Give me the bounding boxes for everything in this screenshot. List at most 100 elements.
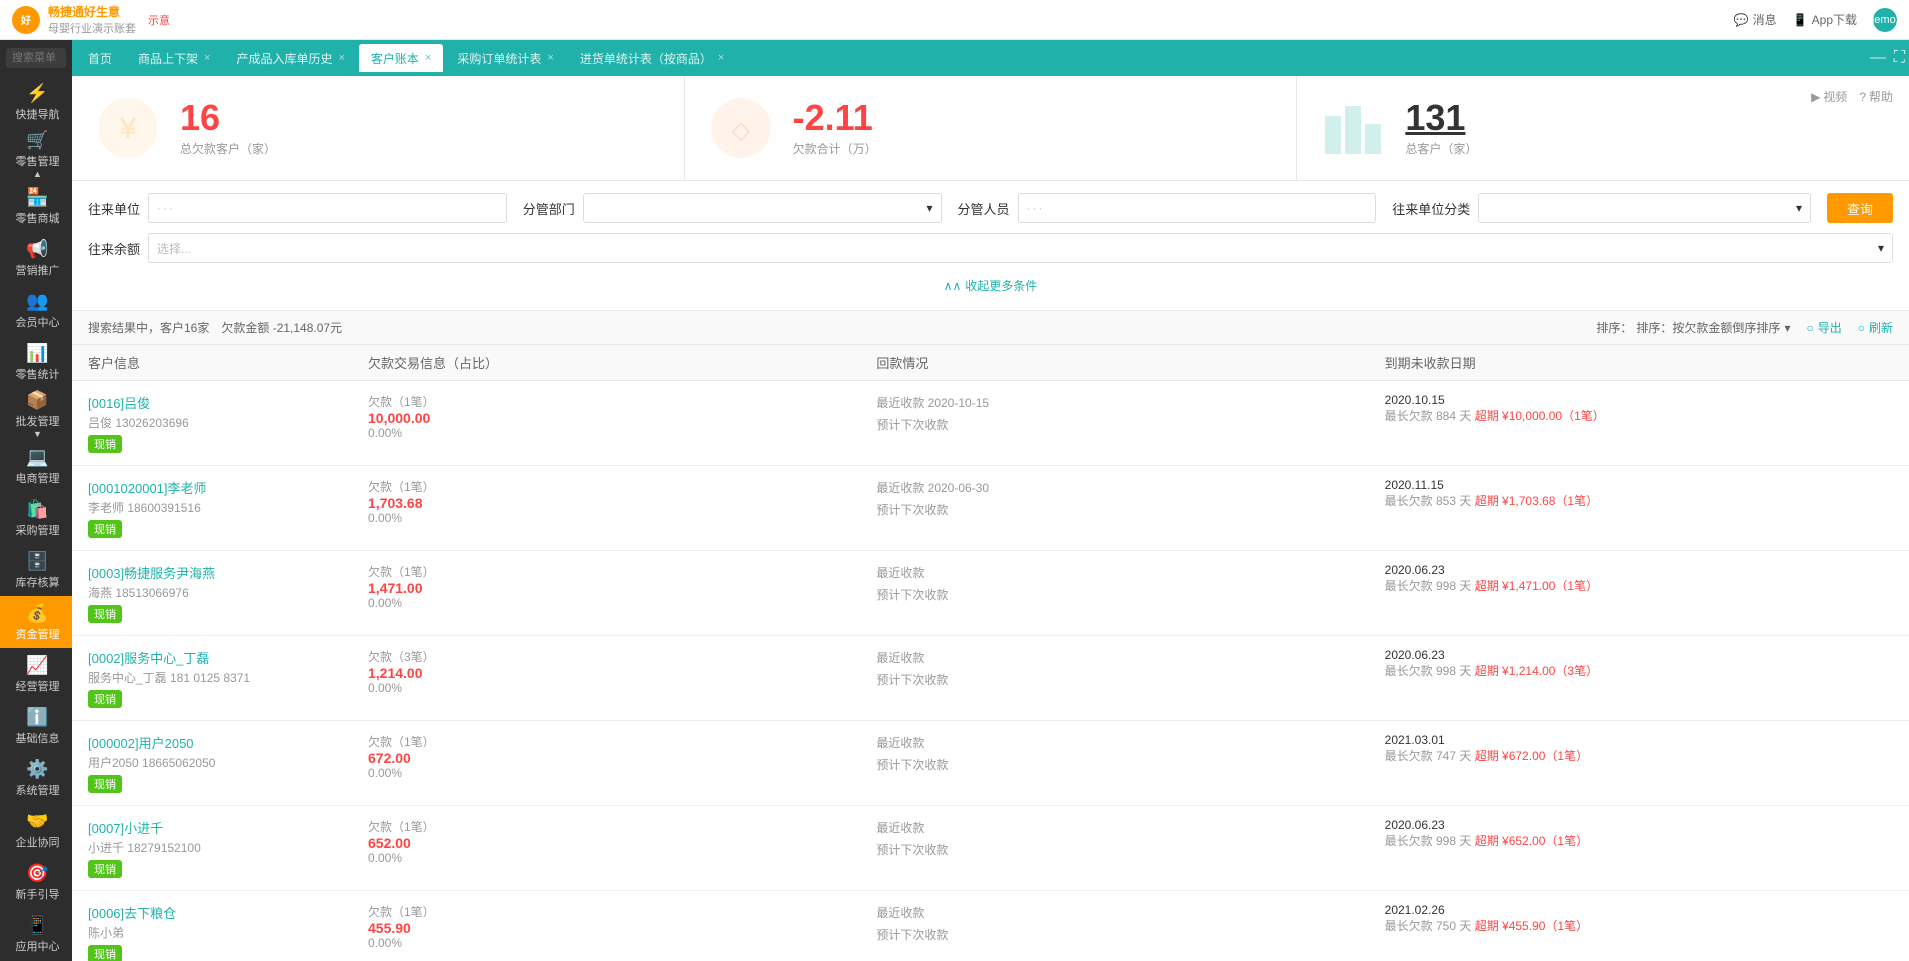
result-right: 排序： 排序：按欠款金额倒序排序 ▾ ○ 导出 ○ 刷新: [1596, 319, 1893, 336]
tab-product-history[interactable]: 产成品入库单历史 ×: [224, 44, 356, 72]
refresh-btn[interactable]: ○ 刷新: [1858, 319, 1893, 336]
sidebar-item-finance[interactable]: 💰 资金管理: [0, 596, 72, 648]
search-button[interactable]: 查询: [1827, 193, 1893, 223]
tab-purchase-product-stats[interactable]: 进货单统计表（按商品） ×: [568, 44, 736, 72]
overdue-amount-6[interactable]: 超期 ¥455.90（1笔）: [1475, 919, 1588, 933]
sidebar-item-retail-mgmt[interactable]: 🛒 零售管理 ▲: [0, 128, 72, 180]
sidebar-item-system[interactable]: ⚙️ 系统管理: [0, 752, 72, 804]
overdue-customers-label: 总欠款客户（家）: [180, 140, 276, 157]
debt-amount-5[interactable]: 652.00: [368, 835, 876, 851]
sidebar-item-apps[interactable]: 📱 应用中心: [0, 908, 72, 960]
customer-name-4[interactable]: [000002]用户2050: [88, 736, 194, 751]
customer-name-3[interactable]: [0002]服务中心_丁磊: [88, 651, 209, 666]
tab-purchase-stats[interactable]: 采购订单统计表 ×: [445, 44, 565, 72]
debt-ratio-2: 0.00%: [368, 596, 876, 610]
customer-name-5[interactable]: [0007]小进千: [88, 821, 163, 836]
dept-label: 分管部门: [523, 199, 575, 218]
debt-amount-4[interactable]: 672.00: [368, 750, 876, 766]
sidebar-item-quick-nav[interactable]: ⚡ 快捷导航: [0, 76, 72, 128]
sidebar-item-purchase[interactable]: 🛍️ 采购管理: [0, 492, 72, 544]
sidebar-item-enterprise[interactable]: 🤝 企业协同: [0, 804, 72, 856]
collection-cell-2: 最近收款 预计下次收款: [876, 563, 1384, 606]
total-customers-value: 131: [1405, 100, 1477, 136]
overdue-amount-0[interactable]: 超期 ¥10,000.00（1笔）: [1475, 409, 1605, 423]
next-collect-5: 预计下次收款: [876, 840, 1384, 862]
tab-close-4[interactable]: ×: [547, 52, 553, 64]
stat-card-overdue-customers: ¥ 16 总欠款客户（家）: [72, 76, 685, 180]
next-collect-1: 预计下次收款: [876, 500, 1384, 522]
next-collect-6: 预计下次收款: [876, 925, 1384, 947]
sidebar-item-wholesale[interactable]: 📦 批发管理 ▼: [0, 388, 72, 440]
tab-customer-ledger[interactable]: 客户账本 ×: [359, 44, 443, 72]
filter-area: 往来单位 ··· 分管部门 ▾ 分管人员 ··· 往来单位分类: [72, 181, 1909, 311]
home-link[interactable]: 示意: [148, 12, 170, 28]
sidebar-item-ecommerce[interactable]: 💻 电商管理: [0, 440, 72, 492]
collapse-btn[interactable]: ∧∧ 收起更多条件: [88, 273, 1893, 298]
customer-name-6[interactable]: [0006]去下粮仓: [88, 906, 176, 921]
app-download-btn[interactable]: 📱 App下载: [1793, 11, 1857, 28]
debt-amount-1[interactable]: 1,703.68: [368, 495, 876, 511]
sidebar-item-marketing[interactable]: 📢 营销推广: [0, 232, 72, 284]
customer-name-2[interactable]: [0003]畅捷服务尹海燕: [88, 566, 215, 581]
due-date-cell-0: 2020.10.15 最长欠款 884 天 超期 ¥10,000.00（1笔）: [1385, 393, 1893, 424]
user-avatar[interactable]: demo2: [1873, 8, 1897, 32]
overdue-1: 最长欠款 853 天 超期 ¥1,703.68（1笔）: [1385, 492, 1893, 509]
tab-minimize-btn[interactable]: —: [1870, 49, 1886, 67]
sidebar-item-operations[interactable]: 📈 经营管理: [0, 648, 72, 700]
video-btn[interactable]: ▶ 视频: [1811, 88, 1847, 105]
col-customer-info: 客户信息: [88, 353, 368, 372]
overdue-amount-1[interactable]: 超期 ¥1,703.68（1笔）: [1475, 494, 1598, 508]
wholesale-icon: 📦: [26, 390, 48, 411]
customer-phone-3: 服务中心_丁磊 181 0125 8371: [88, 669, 368, 686]
debt-label-3: 欠款（3笔）: [368, 648, 876, 665]
sidebar-item-member[interactable]: 👥 会员中心: [0, 284, 72, 336]
overdue-amount-2[interactable]: 超期 ¥1,471.00（1笔）: [1475, 579, 1598, 593]
message-btn[interactable]: 💬 消息: [1734, 11, 1777, 28]
unit-class-select[interactable]: ▾: [1478, 193, 1811, 223]
manager-input[interactable]: ···: [1018, 193, 1377, 223]
export-btn[interactable]: ○ 导出: [1806, 319, 1841, 336]
help-btn[interactable]: ? 帮助: [1859, 88, 1893, 105]
overdue-days-0: 最长欠款 884 天: [1385, 409, 1472, 423]
overdue-amount-5[interactable]: 超期 ¥652.00（1笔）: [1475, 834, 1588, 848]
next-collect-3: 预计下次收款: [876, 670, 1384, 692]
stat-info-overdue: 16 总欠款客户（家）: [180, 100, 276, 157]
overdue-amount-4[interactable]: 超期 ¥672.00（1笔）: [1475, 749, 1588, 763]
tab-maximize-btn[interactable]: ⛶: [1894, 49, 1905, 67]
logo-text: 畅捷通好生意: [48, 3, 136, 20]
table-container: 客户信息 欠款交易信息（占比） 回款情况 到期未收款日期 [0016]吕俊 吕俊…: [72, 345, 1909, 961]
customer-tag-0: 现销: [88, 435, 122, 453]
sort-select[interactable]: 排序： 排序：按欠款金额倒序排序 ▾: [1596, 319, 1790, 336]
tab-close-3[interactable]: ×: [425, 52, 431, 64]
table-row: [0006]去下粮仓 陈小弟 现销 欠款（1笔） 455.90 0.00% 最近…: [72, 891, 1909, 961]
tab-home[interactable]: 首页: [76, 44, 124, 72]
overdue-amount-3[interactable]: 超期 ¥1,214.00（3笔）: [1475, 664, 1598, 678]
sidebar-item-inventory[interactable]: 🗄️ 库存核算: [0, 544, 72, 596]
customer-name-0[interactable]: [0016]吕俊: [88, 396, 150, 411]
debt-amount-2[interactable]: 1,471.00: [368, 580, 876, 596]
sidebar-item-guide[interactable]: 🎯 新手引导: [0, 856, 72, 908]
sidebar-item-basic-info[interactable]: ℹ️ 基础信息: [0, 700, 72, 752]
balance-select[interactable]: 选择... ▾: [148, 233, 1893, 263]
last-collect-6: 最近收款: [876, 903, 1384, 925]
last-collect-0: 最近收款 2020-10-15: [876, 393, 1384, 415]
sidebar-item-retail-mall[interactable]: 🏪 零售商城: [0, 180, 72, 232]
debt-amount-3[interactable]: 1,214.00: [368, 665, 876, 681]
dept-select[interactable]: ▾: [583, 193, 942, 223]
debt-cell-2: 欠款（1笔） 1,471.00 0.00%: [368, 563, 876, 610]
balance-placeholder: 选择...: [157, 240, 191, 257]
tab-close-2[interactable]: ×: [338, 52, 344, 64]
last-collect-2: 最近收款: [876, 563, 1384, 585]
customer-name-1[interactable]: [0001020001]李老师: [88, 481, 207, 496]
debt-label-6: 欠款（1笔）: [368, 903, 876, 920]
next-collect-2: 预计下次收款: [876, 585, 1384, 607]
from-unit-input[interactable]: ···: [148, 193, 507, 223]
tab-close-5[interactable]: ×: [718, 52, 724, 64]
debt-amount-0[interactable]: 10,000.00: [368, 410, 876, 426]
debt-label-1: 欠款（1笔）: [368, 478, 876, 495]
sidebar-item-retail-stats[interactable]: 📊 零售统计: [0, 336, 72, 388]
tab-product-listing[interactable]: 商品上下架 ×: [126, 44, 222, 72]
debt-amount-6[interactable]: 455.90: [368, 920, 876, 936]
tab-close-1[interactable]: ×: [204, 52, 210, 64]
search-input[interactable]: [6, 48, 66, 68]
